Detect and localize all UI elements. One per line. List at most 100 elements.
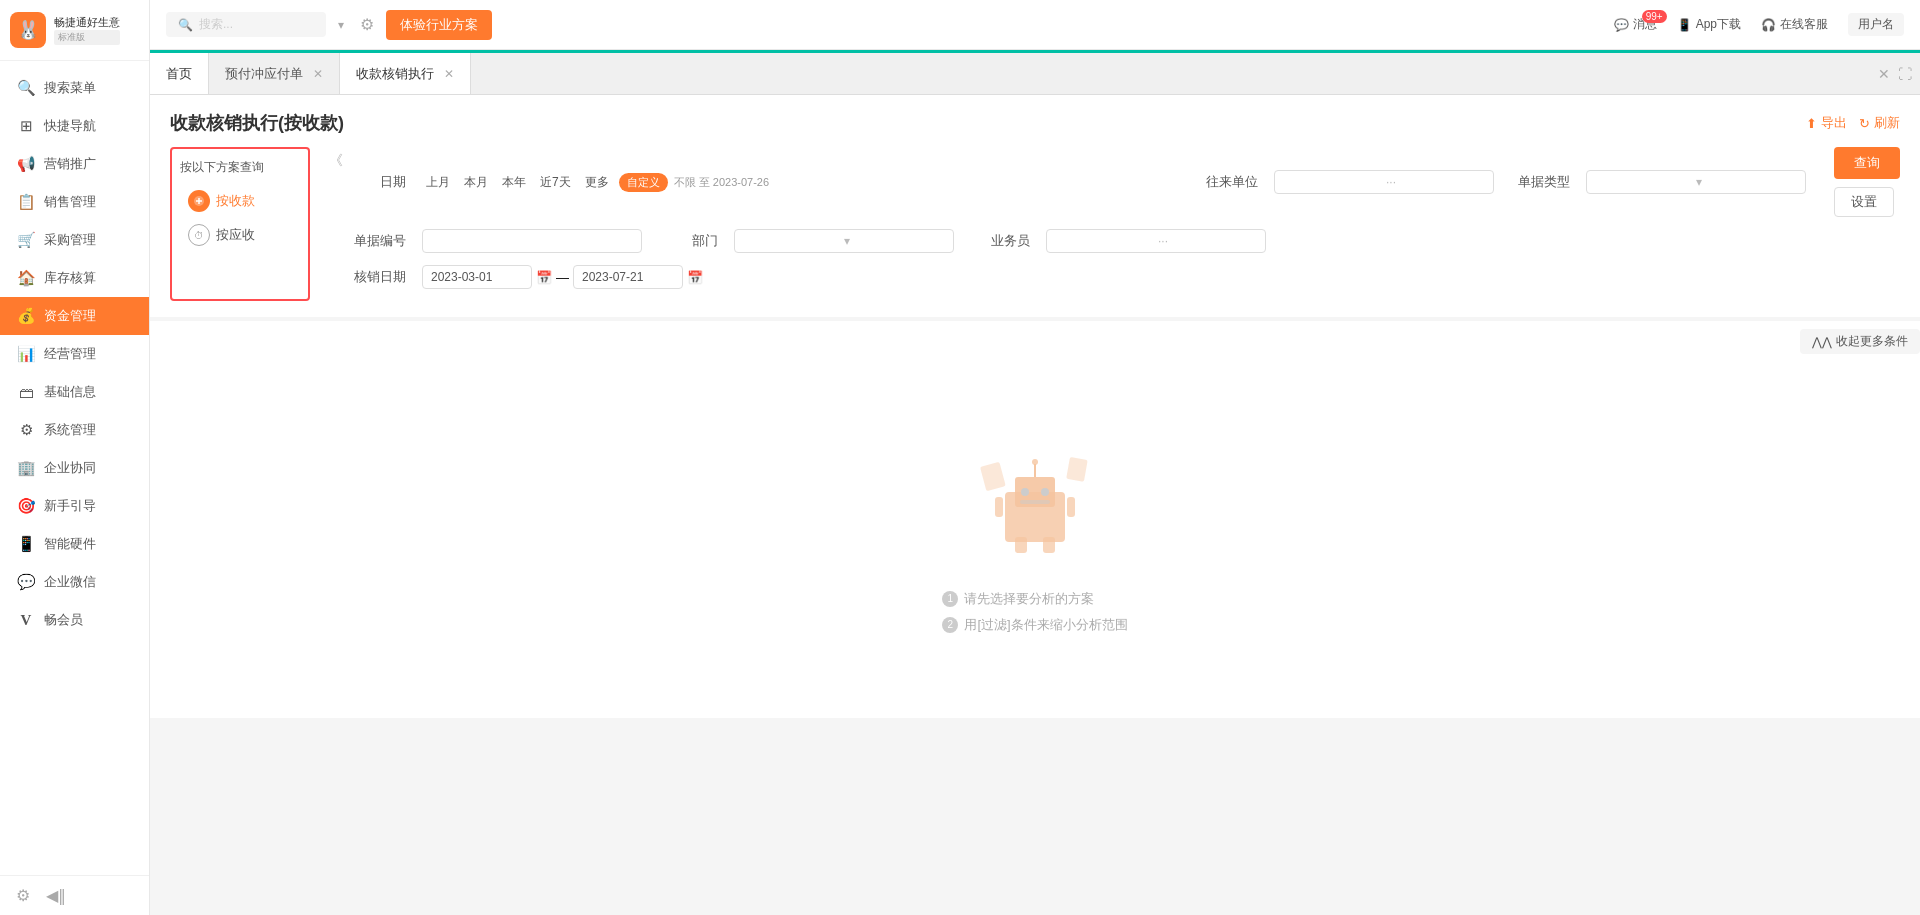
tab-close-prepay[interactable]: ✕ — [313, 67, 323, 81]
page-content: 收款核销执行(按收款) ⬆ 导出 ↻ 刷新 按以下方案查询 — [150, 95, 1920, 915]
sidebar-item-guide[interactable]: 🎯 新手引导 — [0, 487, 149, 525]
logo-text-area: 畅捷通好生意 标准版 — [54, 15, 120, 44]
date-last-month[interactable]: 上月 — [422, 172, 454, 193]
staff-label: 业务员 — [970, 232, 1030, 250]
sidebar-item-label: 营销推广 — [44, 155, 96, 173]
calendar-start-icon[interactable]: 📅 — [536, 270, 552, 285]
settings-bottom-icon[interactable]: ⚙ — [16, 886, 30, 905]
sidebar-item-capital[interactable]: 💰 资金管理 — [0, 297, 149, 335]
sidebar-item-label: 基础信息 — [44, 383, 96, 401]
svg-rect-12 — [980, 462, 1006, 491]
sidebar-item-system[interactable]: ⚙ 系统管理 — [0, 411, 149, 449]
filter-option-by-receivable[interactable]: ⏱ 按应收 — [180, 218, 300, 252]
empty-state: 1 请先选择要分析的方案 2 用[过滤]条件来缩小分析范围 — [150, 362, 1920, 718]
partner-select[interactable]: ··· — [1274, 170, 1494, 194]
topbar-gear-icon[interactable]: ⚙ — [360, 15, 374, 34]
sidebar-item-operation[interactable]: 📊 经营管理 — [0, 335, 149, 373]
empty-tip-1: 1 请先选择要分析的方案 — [942, 586, 1127, 612]
sidebar-item-hardware[interactable]: 📱 智能硬件 — [0, 525, 149, 563]
filter-area: 按以下方案查询 按收款 ⏱ 按应收 — [150, 135, 1920, 317]
empty-tips-list: 1 请先选择要分析的方案 2 用[过滤]条件来缩小分析范围 — [942, 586, 1127, 638]
tab-close-all-icon[interactable]: ✕ — [1878, 66, 1890, 82]
empty-tip-2: 2 用[过滤]条件来缩小分析范围 — [942, 612, 1127, 638]
app-version: 标准版 — [54, 30, 120, 45]
sidebar-item-enterprise[interactable]: 🏢 企业协同 — [0, 449, 149, 487]
tab-home[interactable]: 首页 — [150, 53, 209, 94]
writeoff-date-start-input[interactable] — [422, 265, 532, 289]
writeoff-date-end-input[interactable] — [573, 265, 683, 289]
app-name: 畅捷通好生意 — [54, 15, 120, 29]
export-icon: ⬆ — [1806, 116, 1817, 131]
tab-fullscreen-icon[interactable]: ⛶ — [1898, 66, 1912, 82]
dept-arrow-icon: ▾ — [844, 234, 945, 248]
user-avatar[interactable]: 用户名 — [1848, 13, 1904, 36]
building-icon: 🏢 — [16, 459, 36, 477]
setting-button[interactable]: 设置 — [1834, 187, 1894, 217]
calendar-end-icon[interactable]: 📅 — [687, 270, 703, 285]
filter-row-2: 单据编号 部门 ▾ 业务员 ··· — [346, 229, 1900, 253]
filter-row-3: 核销日期 📅 — 📅 — [346, 265, 1900, 289]
date-this-year[interactable]: 本年 — [498, 172, 530, 193]
filter-sidebar-title: 按以下方案查询 — [180, 159, 300, 176]
refresh-button[interactable]: ↻ 刷新 — [1859, 114, 1900, 132]
sidebar-item-sales[interactable]: 📋 销售管理 — [0, 183, 149, 221]
sidebar-item-member[interactable]: V 畅会员 — [0, 601, 149, 639]
export-button[interactable]: ⬆ 导出 — [1806, 114, 1847, 132]
solution-button[interactable]: 体验行业方案 — [386, 10, 492, 40]
tip-number-1: 1 — [942, 591, 958, 607]
sidebar-item-search[interactable]: 🔍 搜索菜单 — [0, 69, 149, 107]
date-custom-badge[interactable]: 自定义 — [619, 173, 668, 192]
sidebar-item-label: 资金管理 — [44, 307, 96, 325]
query-button[interactable]: 查询 — [1834, 147, 1900, 179]
device-icon: 📱 — [16, 535, 36, 553]
sidebar-item-basic[interactable]: 🗃 基础信息 — [0, 373, 149, 411]
database-icon: 🗃 — [16, 384, 36, 401]
sidebar-item-inventory[interactable]: 🏠 库存核算 — [0, 259, 149, 297]
cart-icon: 🛒 — [16, 231, 36, 249]
staff-dots-icon[interactable]: ··· — [1158, 234, 1257, 248]
topbar-dropdown-icon[interactable]: ▾ — [338, 18, 344, 32]
message-button[interactable]: 💬 消息 99+ — [1614, 16, 1657, 33]
collapse-sidebar-icon[interactable]: ◀‖ — [46, 886, 66, 905]
sidebar-bottom: ⚙ ◀‖ — [0, 875, 149, 915]
topbar-search[interactable]: 🔍 搜索... — [166, 12, 326, 37]
partner-label: 往来单位 — [1198, 173, 1258, 191]
filter-option-by-receipt[interactable]: 按收款 — [180, 184, 300, 218]
sidebar-item-purchase[interactable]: 🛒 采购管理 — [0, 221, 149, 259]
sidebar-item-label: 快捷导航 — [44, 117, 96, 135]
date-more[interactable]: 更多 — [581, 172, 613, 193]
clipboard-icon: 📋 — [16, 193, 36, 211]
sidebar-item-label: 畅会员 — [44, 611, 83, 629]
doc-type-label: 单据类型 — [1510, 173, 1570, 191]
sidebar-item-quicknav[interactable]: ⊞ 快捷导航 — [0, 107, 149, 145]
dept-select[interactable]: ▾ — [734, 229, 954, 253]
tab-close-receipt[interactable]: ✕ — [444, 67, 454, 81]
collapse-filter-button[interactable]: 《 — [326, 151, 346, 171]
doc-type-select[interactable]: ▾ — [1586, 170, 1806, 194]
sidebar-item-label: 搜索菜单 — [44, 79, 96, 97]
date-this-month[interactable]: 本月 — [460, 172, 492, 193]
svg-rect-5 — [1020, 500, 1050, 504]
topbar: 🔍 搜索... ▾ ⚙ 体验行业方案 💬 消息 99+ 📱 App下载 🎧 在线… — [150, 0, 1920, 50]
doc-no-input[interactable] — [422, 229, 642, 253]
empty-illustration — [975, 442, 1095, 562]
date-7days[interactable]: 近7天 — [536, 172, 575, 193]
staff-select[interactable]: ··· — [1046, 229, 1266, 253]
search-icon: 🔍 — [16, 79, 36, 97]
megaphone-icon: 📢 — [16, 155, 36, 173]
app-download-button[interactable]: 📱 App下载 — [1677, 16, 1741, 33]
svg-rect-6 — [995, 497, 1003, 517]
sidebar-item-marketing[interactable]: 📢 营销推广 — [0, 145, 149, 183]
tab-actions: ✕ ⛶ — [1870, 53, 1920, 94]
tab-receipt[interactable]: 收款核销执行 ✕ — [340, 53, 471, 94]
customer-service-button[interactable]: 🎧 在线客服 — [1761, 16, 1828, 33]
date-range-separator: — — [556, 270, 569, 285]
writeoff-date-label: 核销日期 — [346, 268, 406, 286]
filter-option-label: 按应收 — [216, 226, 255, 244]
sidebar-item-wechat[interactable]: 💬 企业微信 — [0, 563, 149, 601]
partner-dots-icon[interactable]: ··· — [1386, 175, 1485, 189]
grid-icon: ⊞ — [16, 117, 36, 135]
writeoff-date-group: 📅 — 📅 — [422, 265, 703, 289]
tab-prepay[interactable]: 预付冲应付单 ✕ — [209, 53, 340, 94]
collapse-more-button[interactable]: ⋀⋀ 收起更多条件 — [1800, 329, 1920, 354]
